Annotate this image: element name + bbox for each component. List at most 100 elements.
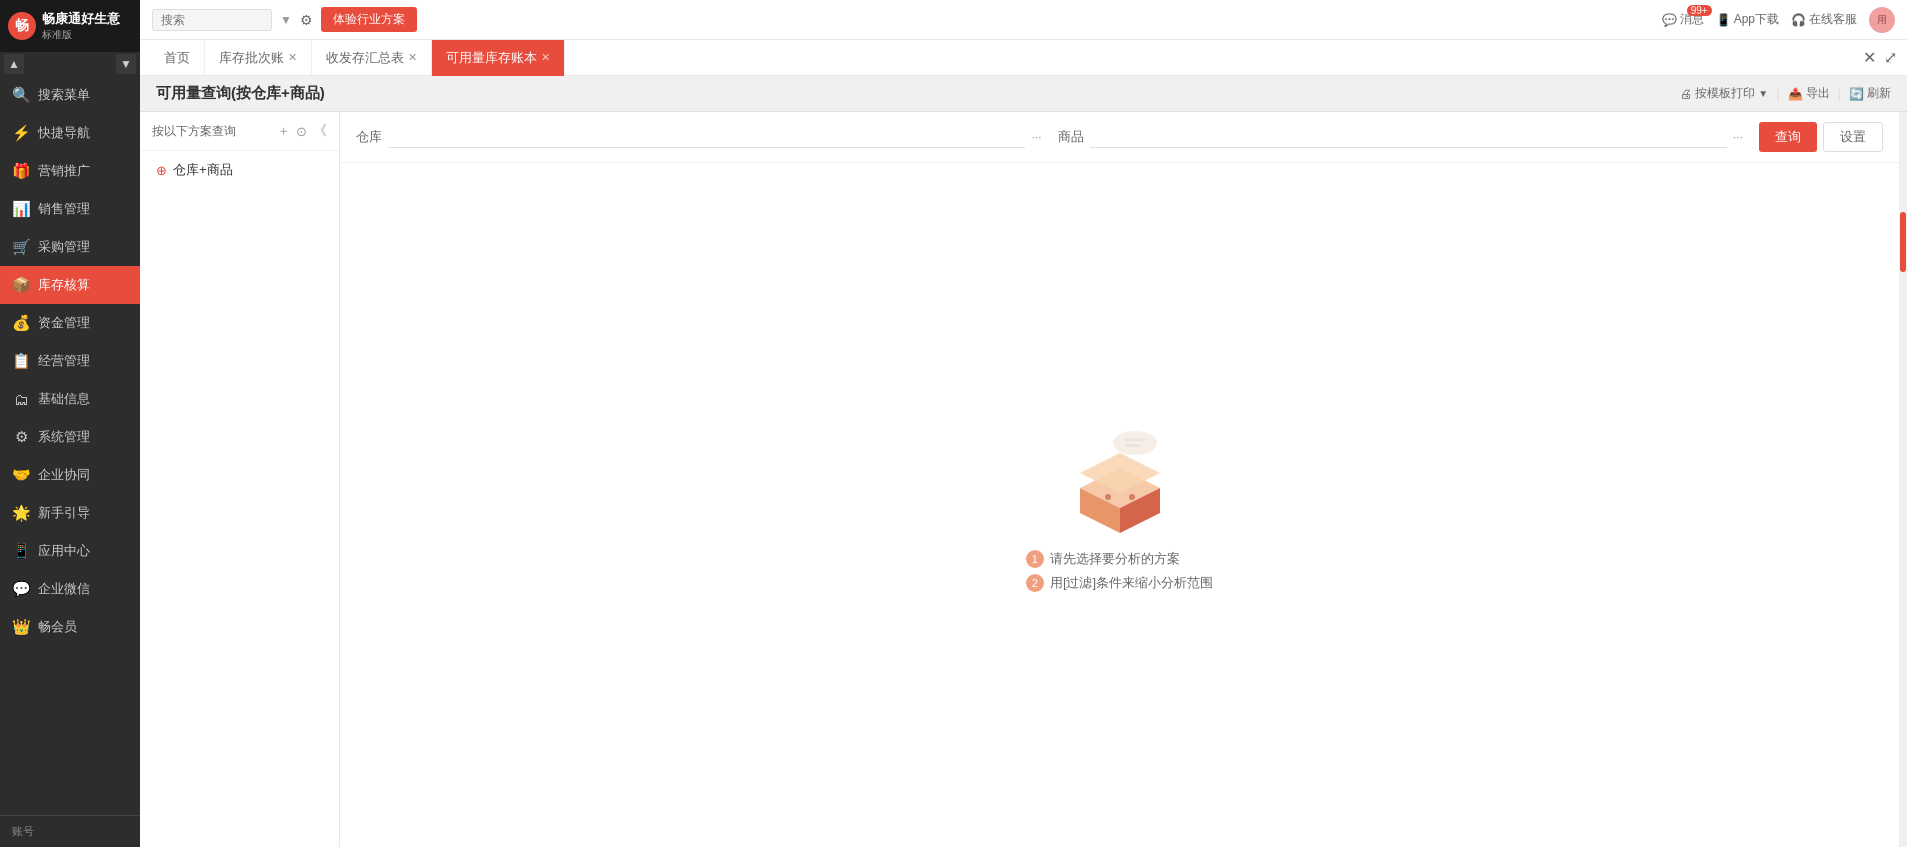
tab-batch-ledger[interactable]: 库存批次账 ✕ xyxy=(205,40,312,76)
divider1: | xyxy=(1776,86,1779,101)
page-header: 可用量查询(按仓库+商品) 🖨 按模板打印 ▼ | 📤 导出 | 🔄 刷新 xyxy=(140,76,1907,112)
sidebar-bottom-user: 账号 xyxy=(12,824,34,839)
product-input[interactable] xyxy=(1090,127,1727,148)
sidebar-item-app-center[interactable]: 📱 应用中心 xyxy=(0,532,140,570)
svg-point-4 xyxy=(1105,494,1111,500)
sidebar-item-newbie[interactable]: 🌟 新手引导 xyxy=(0,494,140,532)
tab-close-available-ledger[interactable]: ✕ xyxy=(541,51,550,64)
export-icon: 📤 xyxy=(1788,87,1803,101)
headset-icon: 🎧 xyxy=(1791,13,1806,27)
print-chevron-icon: ▼ xyxy=(1758,88,1768,99)
filter-item-warehouse-product[interactable]: ⊕ 仓库+商品 xyxy=(140,151,339,189)
tab-available-ledger[interactable]: 可用量库存账本 ✕ xyxy=(432,40,565,76)
filter-header: 按以下方案查询 ＋ ⊙ 《 xyxy=(140,112,339,151)
message-icon: 💬 xyxy=(1662,13,1677,27)
print-icon: 🖨 xyxy=(1680,87,1692,101)
hint-num-1: 1 xyxy=(1026,550,1044,568)
print-button[interactable]: 🖨 按模板打印 ▼ xyxy=(1680,85,1768,102)
gift-icon: 🎁 xyxy=(12,162,30,180)
tab-close-batch-ledger[interactable]: ✕ xyxy=(288,51,297,64)
sidebar-item-vip[interactable]: 👑 畅会员 xyxy=(0,608,140,646)
hint-row-2: 2 用[过滤]条件来缩小分析范围 xyxy=(1026,574,1213,592)
box-icon: 📦 xyxy=(12,276,30,294)
settings-button[interactable]: 设置 xyxy=(1823,122,1883,152)
message-button[interactable]: 💬 消息 99+ xyxy=(1662,11,1704,28)
page-title: 可用量查询(按仓库+商品) xyxy=(156,84,1680,103)
sidebar-item-enterprise-wx[interactable]: 💬 企业微信 xyxy=(0,570,140,608)
query-row: 仓库 ··· 商品 ··· 查询 设置 xyxy=(340,112,1899,163)
folder-icon: 🗂 xyxy=(12,391,30,408)
filter-panel: 按以下方案查询 ＋ ⊙ 《 ⊕ 仓库+商品 xyxy=(140,112,340,847)
empty-svg xyxy=(1060,418,1180,538)
sidebar-item-enterprise[interactable]: 🤝 企业协同 xyxy=(0,456,140,494)
clipboard-icon: 📋 xyxy=(12,352,30,370)
tabbar: 首页 库存批次账 ✕ 收发存汇总表 ✕ 可用量库存账本 ✕ ✕ ⤢ xyxy=(140,40,1907,76)
right-scrollbar[interactable] xyxy=(1899,112,1907,847)
sidebar-scroll-down[interactable]: ▼ xyxy=(116,54,136,74)
empty-state: 1 请先选择要分析的方案 2 用[过滤]条件来缩小分析范围 xyxy=(340,163,1899,847)
crown-icon: 👑 xyxy=(12,618,30,636)
sidebar-logo: 畅 xyxy=(8,12,36,40)
sidebar-item-system[interactable]: ⚙ 系统管理 xyxy=(0,418,140,456)
table-area: 仓库 ··· 商品 ··· 查询 设置 xyxy=(340,112,1899,847)
sidebar-bottom: 账号 xyxy=(0,815,140,847)
sidebar-item-capital[interactable]: 💰 资金管理 xyxy=(0,304,140,342)
empty-illustration xyxy=(1060,418,1180,538)
phone-icon: 📱 xyxy=(1716,13,1731,27)
sidebar-scroll-up[interactable]: ▲ xyxy=(4,54,24,74)
star-icon: 🌟 xyxy=(12,504,30,522)
svg-rect-7 xyxy=(1125,438,1145,441)
filter-add-button[interactable]: ＋ xyxy=(277,122,290,140)
filter-item-icon: ⊕ xyxy=(156,163,167,178)
warehouse-input[interactable] xyxy=(388,127,1025,148)
mobile-icon: 📱 xyxy=(12,542,30,560)
query-button[interactable]: 查询 xyxy=(1759,122,1817,152)
warehouse-label: 仓库 xyxy=(356,128,382,146)
hint-row-1: 1 请先选择要分析的方案 xyxy=(1026,550,1213,568)
sidebar-item-marketing[interactable]: 🎁 营销推广 xyxy=(0,152,140,190)
svg-rect-8 xyxy=(1125,444,1140,447)
sidebar-app-subtitle: 标准版 xyxy=(42,28,120,42)
topbar-right: 💬 消息 99+ 📱 App下载 🎧 在线客服 用 xyxy=(1662,7,1895,33)
sidebar-item-basic-info[interactable]: 🗂 基础信息 xyxy=(0,380,140,418)
export-button[interactable]: 📤 导出 xyxy=(1788,85,1830,102)
product-field: 商品 ··· xyxy=(1058,127,1744,148)
user-avatar[interactable]: 用 xyxy=(1869,7,1895,33)
sidebar-item-inventory[interactable]: 📦 库存核算 xyxy=(0,266,140,304)
warehouse-more-button[interactable]: ··· xyxy=(1031,130,1041,144)
sidebar-item-quick-nav[interactable]: ⚡ 快捷导航 xyxy=(0,114,140,152)
refresh-button[interactable]: 🔄 刷新 xyxy=(1849,85,1891,102)
settings-icon[interactable]: ⚙ xyxy=(300,12,313,28)
filter-config-button[interactable]: ⊙ xyxy=(296,124,307,139)
refresh-icon: 🔄 xyxy=(1849,87,1864,101)
online-service-button[interactable]: 🎧 在线客服 xyxy=(1791,11,1857,28)
product-label: 商品 xyxy=(1058,128,1084,146)
sidebar-item-search[interactable]: 🔍 搜索菜单 xyxy=(0,76,140,114)
window-controls: ✕ ⤢ xyxy=(1863,48,1897,67)
sidebar-app-title: 畅康通好生意 xyxy=(42,10,120,28)
filter-title: 按以下方案查询 xyxy=(152,123,271,140)
window-close-button[interactable]: ✕ xyxy=(1863,48,1876,67)
sidebar-item-operations[interactable]: 📋 经营管理 xyxy=(0,342,140,380)
sidebar-item-sales[interactable]: 📊 销售管理 xyxy=(0,190,140,228)
hint-num-2: 2 xyxy=(1026,574,1044,592)
product-more-button[interactable]: ··· xyxy=(1733,130,1743,144)
topbar: ▼ ⚙ 体验行业方案 💬 消息 99+ 📱 App下载 🎧 在线客服 用 xyxy=(140,0,1907,40)
page-actions: 🖨 按模板打印 ▼ | 📤 导出 | 🔄 刷新 xyxy=(1680,85,1891,102)
empty-hint: 1 请先选择要分析的方案 2 用[过滤]条件来缩小分析范围 xyxy=(1026,550,1213,592)
dropdown-icon[interactable]: ▼ xyxy=(280,13,292,27)
tab-home[interactable]: 首页 xyxy=(150,40,205,76)
topbar-search-input[interactable] xyxy=(152,9,272,31)
window-expand-button[interactable]: ⤢ xyxy=(1884,48,1897,67)
main-area: ▼ ⚙ 体验行业方案 💬 消息 99+ 📱 App下载 🎧 在线客服 用 xyxy=(140,0,1907,847)
sidebar-item-purchase[interactable]: 🛒 采购管理 xyxy=(0,228,140,266)
tab-receive-summary[interactable]: 收发存汇总表 ✕ xyxy=(312,40,432,76)
app-download-button[interactable]: 📱 App下载 xyxy=(1716,11,1779,28)
chart-icon: 📊 xyxy=(12,200,30,218)
cart-icon: 🛒 xyxy=(12,238,30,256)
filter-collapse-button[interactable]: 《 xyxy=(313,122,327,140)
industry-solution-button[interactable]: 体验行业方案 xyxy=(321,7,417,32)
tab-close-receive-summary[interactable]: ✕ xyxy=(408,51,417,64)
svg-point-5 xyxy=(1129,494,1135,500)
content-area: 按以下方案查询 ＋ ⊙ 《 ⊕ 仓库+商品 仓库 ··· 商品 xyxy=(140,112,1907,847)
